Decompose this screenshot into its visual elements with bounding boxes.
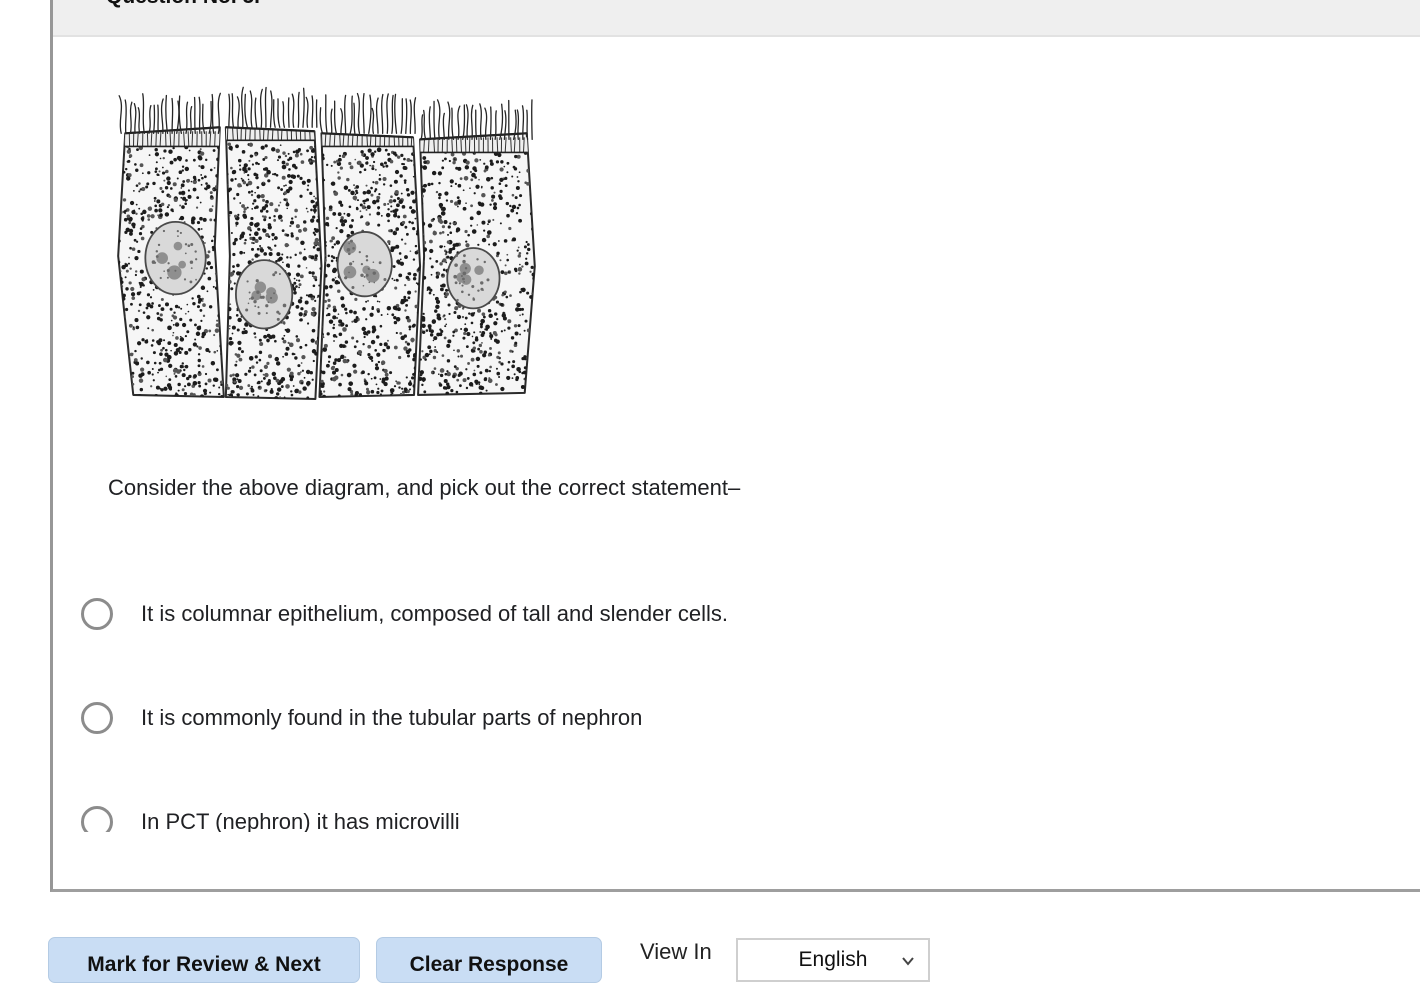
option-label-3: In PCT (nephron) it has microvilli xyxy=(141,806,460,832)
option-row-3[interactable]: In PCT (nephron) it has microvilli xyxy=(81,806,460,832)
question-text: Consider the above diagram, and pick out… xyxy=(108,474,740,502)
question-number: Question No. 5. xyxy=(106,0,1420,9)
view-in-label: View In xyxy=(640,939,712,965)
option-row-1[interactable]: It is columnar epithelium, composed of t… xyxy=(81,598,728,630)
radio-button-2[interactable] xyxy=(81,702,113,734)
clear-response-button[interactable]: Clear Response xyxy=(376,937,602,983)
option-row-2[interactable]: It is commonly found in the tubular part… xyxy=(81,702,642,734)
chevron-down-icon xyxy=(900,953,916,969)
question-header: Question No. 5. xyxy=(53,0,1420,37)
radio-button-1[interactable] xyxy=(81,598,113,630)
mark-for-review-next-button[interactable]: Mark for Review & Next xyxy=(48,937,360,983)
radio-button-3[interactable] xyxy=(81,806,113,832)
language-select[interactable]: English xyxy=(736,938,930,982)
exam-page: { "header": { "question_label": "Questio… xyxy=(0,0,1420,959)
language-select-value: English xyxy=(799,948,868,972)
question-panel: Question No. 5. Consider the above diagr… xyxy=(50,0,1420,892)
option-label-1: It is columnar epithelium, composed of t… xyxy=(141,598,728,630)
epithelium-diagram-image xyxy=(110,85,550,405)
question-content[interactable]: Consider the above diagram, and pick out… xyxy=(53,37,1420,832)
question-diagram xyxy=(110,85,550,405)
option-label-2: It is commonly found in the tubular part… xyxy=(141,702,642,734)
